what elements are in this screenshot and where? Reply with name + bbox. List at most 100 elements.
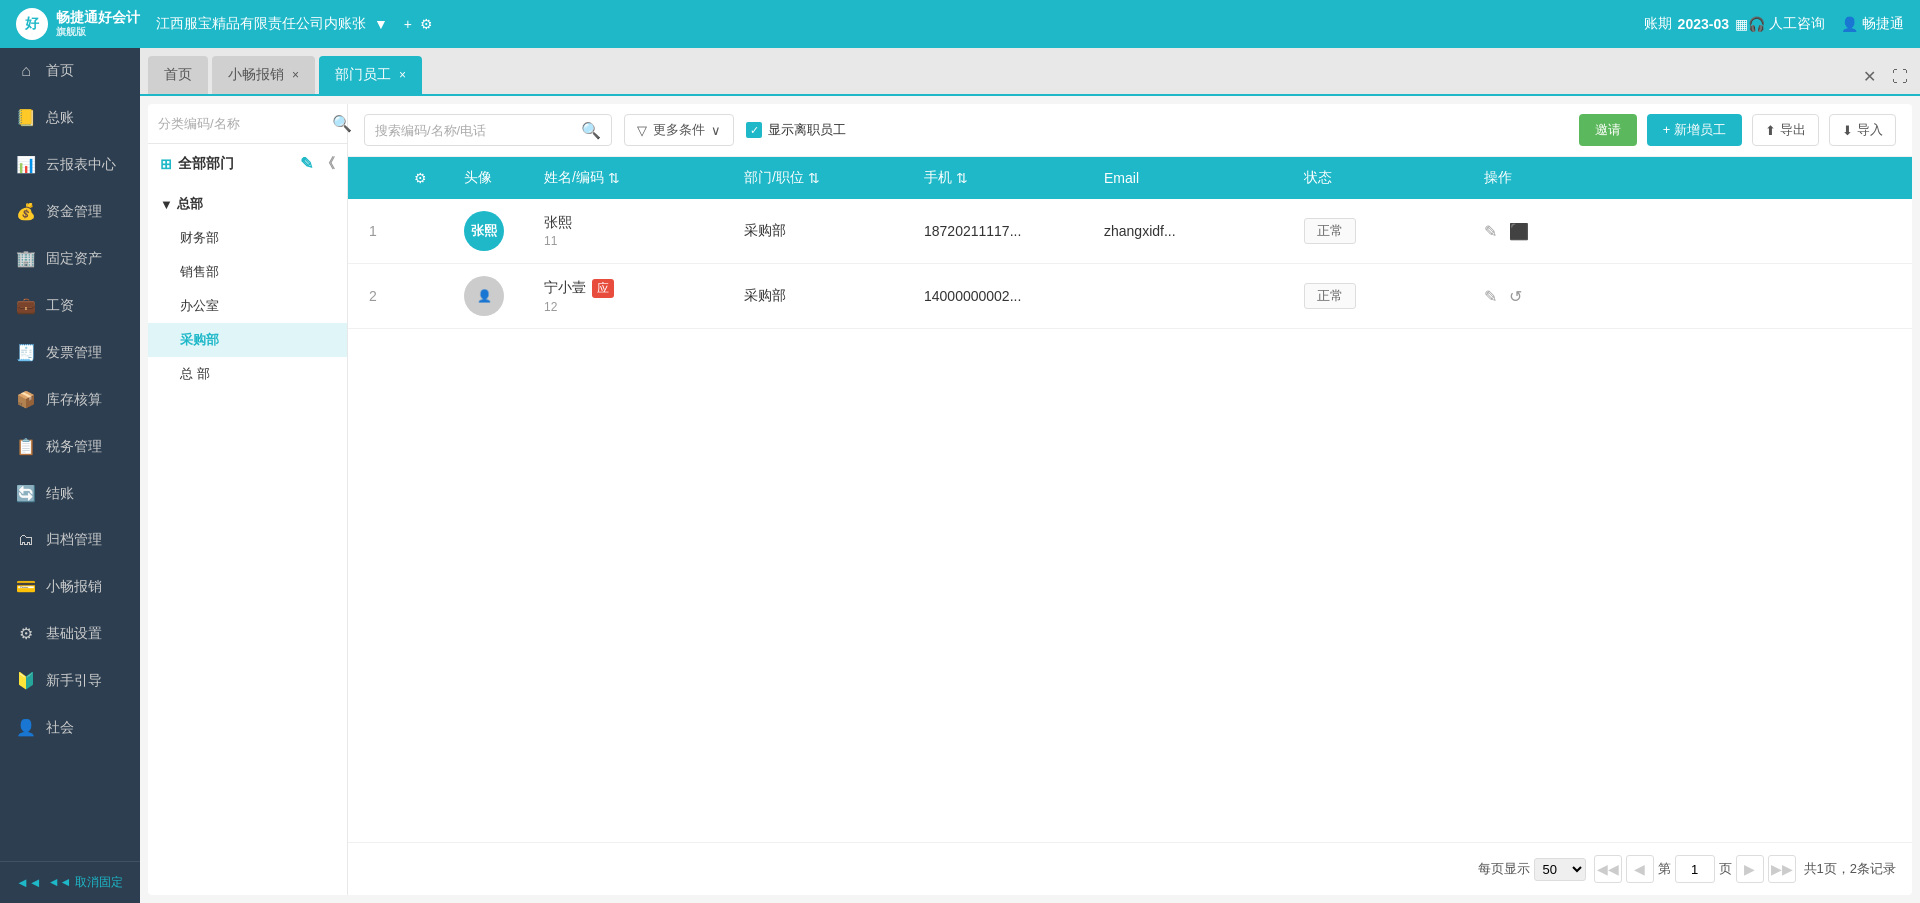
- import-button[interactable]: ⬇ 导入: [1829, 114, 1896, 146]
- tabbar-actions: ✕ ⛶: [1859, 63, 1912, 94]
- maximize-icon[interactable]: ⛶: [1888, 64, 1912, 90]
- sidebar-item-assets[interactable]: 🏢 固定资产: [0, 235, 140, 282]
- dept-collapse-icon[interactable]: 《: [321, 155, 335, 173]
- sidebar-label-archive: 归档管理: [46, 531, 102, 549]
- service-button[interactable]: 🎧 人工咨询: [1748, 15, 1825, 33]
- tab-expense-close[interactable]: ×: [292, 68, 299, 82]
- tax-icon: 📋: [16, 437, 36, 456]
- department-tree: ▼ 总部 财务部 销售部 办公室 采购部: [148, 183, 347, 895]
- sidebar-item-home[interactable]: ⌂ 首页: [0, 48, 140, 94]
- user-name: 畅捷通: [1862, 15, 1904, 33]
- add-employee-button[interactable]: + 新增员工: [1647, 114, 1742, 146]
- employee-search-input[interactable]: [375, 123, 575, 138]
- dept-edit-icon[interactable]: ✎: [300, 154, 313, 173]
- close-window-icon[interactable]: ✕: [1859, 63, 1880, 90]
- edit-employee-icon[interactable]: ✎: [1484, 222, 1497, 241]
- dept-node-bangong[interactable]: 办公室: [148, 289, 347, 323]
- dept-node-zongbu[interactable]: ▼ 总部: [148, 187, 347, 221]
- sidebar-item-settings[interactable]: ⚙ 基础设置: [0, 610, 140, 657]
- col-name-sort-icon[interactable]: ⇅: [608, 170, 620, 186]
- cell-name: 宁小壹应12: [528, 264, 728, 329]
- sidebar-item-staff[interactable]: 👤 社会: [0, 704, 140, 751]
- home-icon: ⌂: [16, 62, 36, 80]
- delete-employee-icon[interactable]: ↺: [1509, 287, 1522, 306]
- sidebar-item-expense[interactable]: 💳 小畅报销: [0, 563, 140, 610]
- tab-employees[interactable]: 部门员工 ×: [319, 56, 422, 94]
- tab-expense[interactable]: 小畅报销 ×: [212, 56, 315, 94]
- cell-dept: 采购部: [728, 199, 908, 264]
- col-settings-icon[interactable]: ⚙: [414, 170, 427, 186]
- all-dept-header[interactable]: ⊞ 全部部门 ✎ 《: [148, 144, 347, 183]
- company-info[interactable]: 江西服宝精品有限责任公司内账张 ▼ + ⚙: [156, 15, 1624, 33]
- sidebar-item-reports[interactable]: 📊 云报表中心: [0, 141, 140, 188]
- cell-actions: ✎⬛: [1468, 199, 1912, 264]
- cell-actions: ✎↺: [1468, 264, 1912, 329]
- toolbar-actions: 邀请 + 新增员工 ⬆ 导出 ⬇ 导入: [1579, 114, 1896, 146]
- col-dept[interactable]: 部门/职位 ⇅: [728, 157, 908, 199]
- filter-button[interactable]: ▽ 更多条件 ∨: [624, 114, 734, 146]
- dept-node-zong[interactable]: 总 部: [148, 357, 347, 391]
- sidebar-label-settlement: 结账: [46, 485, 74, 503]
- prev-page-button[interactable]: ◀: [1626, 855, 1654, 883]
- sidebar-item-ledger[interactable]: 📒 总账: [0, 94, 140, 141]
- sidebar-item-settlement[interactable]: 🔄 结账: [0, 470, 140, 517]
- col-dept-sort-icon[interactable]: ⇅: [808, 170, 820, 186]
- app-edition: 旗舰版: [56, 25, 140, 39]
- app-name: 畅捷通好会计: [56, 9, 140, 26]
- dept-search-input[interactable]: [158, 116, 326, 131]
- xiaoshou-label: 销售部: [180, 264, 219, 279]
- tab-expense-label: 小畅报销: [228, 66, 284, 84]
- col-name[interactable]: 姓名/编码 ⇅: [528, 157, 728, 199]
- settings-icon[interactable]: ⚙: [420, 16, 433, 32]
- page-input[interactable]: [1675, 855, 1715, 883]
- per-page-select[interactable]: 50 20 100: [1534, 858, 1586, 881]
- col-settings[interactable]: ⚙: [398, 157, 448, 199]
- sidebar-label-expense: 小畅报销: [46, 578, 102, 596]
- per-page-label: 每页显示: [1478, 860, 1530, 878]
- sidebar-item-inventory[interactable]: 📦 库存核算: [0, 376, 140, 423]
- dept-node-caiwu[interactable]: 财务部: [148, 221, 347, 255]
- col-phone[interactable]: 手机 ⇅: [908, 157, 1088, 199]
- tab-employees-close[interactable]: ×: [399, 68, 406, 82]
- user-avatar-icon: 👤: [1841, 16, 1858, 32]
- filter-icon: ▽: [637, 123, 647, 138]
- sidebar-item-guide[interactable]: 🔰 新手引导: [0, 657, 140, 704]
- cell-index: 2: [348, 264, 398, 329]
- employee-search-icon[interactable]: 🔍: [581, 121, 601, 140]
- sidebar-item-invoices[interactable]: 🧾 发票管理: [0, 329, 140, 376]
- col-phone-sort-icon[interactable]: ⇅: [956, 170, 968, 186]
- first-page-button[interactable]: ◀◀: [1594, 855, 1622, 883]
- last-page-button[interactable]: ▶▶: [1768, 855, 1796, 883]
- status-badge: 正常: [1304, 218, 1356, 244]
- cell-avatar: 👤: [448, 264, 528, 329]
- user-info[interactable]: 👤 畅捷通: [1841, 15, 1904, 33]
- cell-avatar: 张熙: [448, 199, 528, 264]
- tab-home[interactable]: 首页: [148, 56, 208, 94]
- tab-home-label: 首页: [164, 66, 192, 84]
- sidebar-label-payroll: 工资: [46, 297, 74, 315]
- next-page-button[interactable]: ▶: [1736, 855, 1764, 883]
- logout-employee-icon[interactable]: ⬛: [1509, 222, 1529, 241]
- page-size-selector: 每页显示 50 20 100: [1478, 858, 1586, 881]
- sidebar-item-payroll[interactable]: 💼 工资: [0, 282, 140, 329]
- invite-button[interactable]: 邀请: [1579, 114, 1637, 146]
- sidebar-item-tax[interactable]: 📋 税务管理: [0, 423, 140, 470]
- sidebar-label-ledger: 总账: [46, 109, 74, 127]
- invoices-icon: 🧾: [16, 343, 36, 362]
- sidebar-item-archive[interactable]: 🗂 归档管理: [0, 517, 140, 563]
- show-resigned-checkbox[interactable]: ✓ 显示离职员工: [746, 121, 846, 139]
- add-account-button[interactable]: +: [404, 16, 412, 32]
- sidebar-item-funds[interactable]: 💰 资金管理: [0, 188, 140, 235]
- export-button[interactable]: ⬆ 导出: [1752, 114, 1819, 146]
- period-info: 账期 2023-03 ▦: [1644, 15, 1748, 33]
- dropdown-icon[interactable]: ▼: [374, 16, 388, 32]
- dept-node-xiaoshou[interactable]: 销售部: [148, 255, 347, 289]
- assets-icon: 🏢: [16, 249, 36, 268]
- dept-node-caigou[interactable]: 采购部: [148, 323, 347, 357]
- dept-search-bar: 🔍: [148, 104, 347, 144]
- topbar-right: 🎧 人工咨询 👤 畅捷通: [1748, 15, 1904, 33]
- calendar-icon[interactable]: ▦: [1735, 16, 1748, 32]
- topbar: 好 畅捷通好会计 旗舰版 江西服宝精品有限责任公司内账张 ▼ + ⚙ 账期 20…: [0, 0, 1920, 48]
- unpin-button[interactable]: ◄◄ ◄◄ 取消固定: [0, 861, 140, 903]
- edit-employee-icon[interactable]: ✎: [1484, 287, 1497, 306]
